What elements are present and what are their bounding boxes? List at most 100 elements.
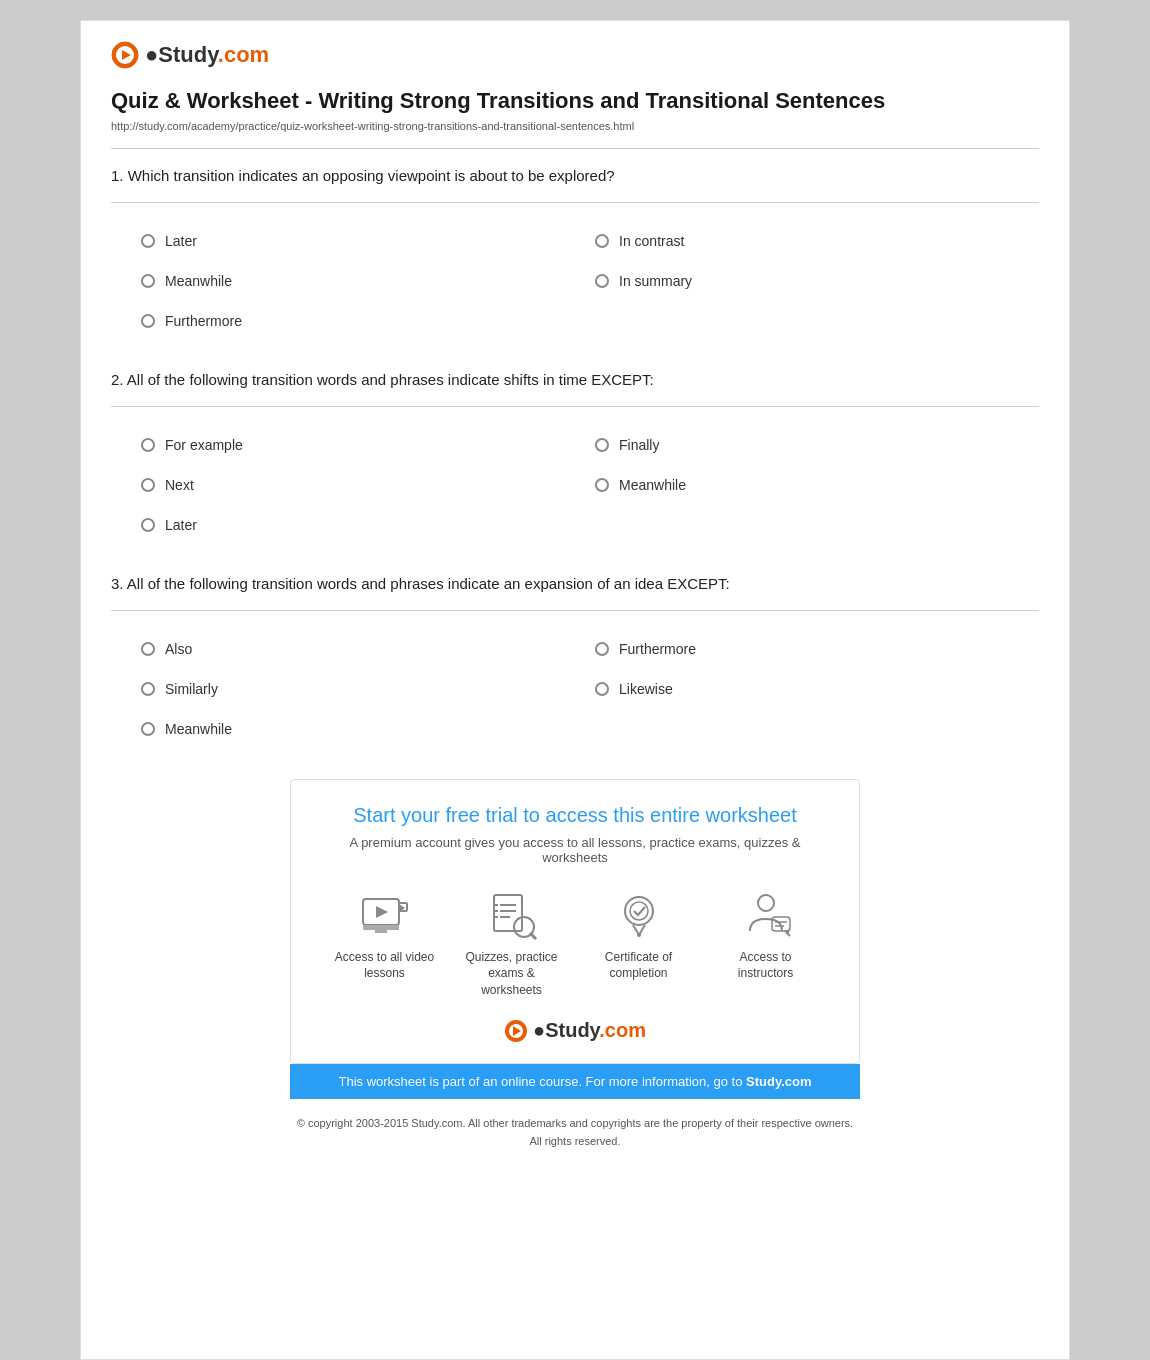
option-item[interactable]: For example — [131, 425, 585, 465]
option-label: Furthermore — [619, 641, 696, 657]
option-label: Also — [165, 641, 192, 657]
radio-button[interactable] — [141, 234, 155, 248]
option-item[interactable]: Finally — [585, 425, 1039, 465]
option-label: Next — [165, 477, 194, 493]
svg-point-23 — [758, 895, 774, 911]
footer: © copyright 2003-2015 Study.com. All oth… — [111, 1115, 1039, 1150]
question-divider-3 — [111, 610, 1039, 611]
option-item[interactable]: Meanwhile — [131, 261, 585, 301]
option-label: In contrast — [619, 233, 684, 249]
options-grid-1: Later In contrast Meanwhile In summary Furth… — [131, 221, 1039, 341]
option-item[interactable]: Likewise — [585, 669, 1039, 709]
svg-point-18 — [625, 897, 653, 925]
option-label: For example — [165, 437, 243, 453]
option-label: Likewise — [619, 681, 673, 697]
radio-button[interactable] — [595, 234, 609, 248]
options-grid-3: Also Furthermore Similarly Likewise Meanwhil… — [131, 629, 1039, 749]
radio-button[interactable] — [141, 722, 155, 736]
banner-text: This worksheet is part of an online cour… — [338, 1074, 746, 1089]
promo-logo-icon — [504, 1019, 528, 1043]
option-item[interactable]: Furthermore — [131, 301, 585, 341]
option-item[interactable] — [585, 301, 1039, 341]
promo-title: Start your free trial to access this ent… — [321, 804, 829, 827]
question-text-2: 2. All of the following transition words… — [111, 371, 1039, 388]
video-icon — [359, 889, 411, 941]
quiz-icon — [486, 889, 538, 941]
footer-line1: © copyright 2003-2015 Study.com. All oth… — [111, 1115, 1039, 1133]
option-item[interactable]: In summary — [585, 261, 1039, 301]
promo-features: Access to all video lessons Quizzes, pra… — [321, 889, 829, 999]
radio-button[interactable] — [595, 682, 609, 696]
svg-line-28 — [786, 932, 790, 936]
logo-area: ●Study.com — [111, 41, 1039, 69]
option-item[interactable]: Similarly — [131, 669, 585, 709]
svg-rect-5 — [375, 930, 387, 933]
radio-button[interactable] — [595, 642, 609, 656]
option-item[interactable] — [585, 505, 1039, 545]
instructor-icon — [740, 889, 792, 941]
option-item[interactable]: In contrast — [585, 221, 1039, 261]
option-label: Later — [165, 233, 197, 249]
question-1: 1. Which transition indicates an opposin… — [111, 167, 1039, 341]
radio-button[interactable] — [141, 518, 155, 532]
questions-container: 1. Which transition indicates an opposin… — [111, 167, 1039, 749]
option-label: Finally — [619, 437, 659, 453]
svg-marker-6 — [376, 906, 388, 918]
promo-logo-text: ●Study.com — [533, 1019, 646, 1042]
promo-box: Start your free trial to access this ent… — [290, 779, 860, 1064]
option-label: Meanwhile — [165, 273, 232, 289]
option-label: In summary — [619, 273, 692, 289]
option-label: Meanwhile — [619, 477, 686, 493]
page-container: ●Study.com Quiz & Worksheet - Writing St… — [80, 20, 1070, 1360]
banner-link: Study.com — [746, 1074, 812, 1089]
option-label: Furthermore — [165, 313, 242, 329]
option-item[interactable]: Furthermore — [585, 629, 1039, 669]
certificate-icon — [613, 889, 665, 941]
promo-feature-certificate-label: Certificate of completion — [584, 949, 694, 983]
radio-button[interactable] — [595, 478, 609, 492]
promo-feature-instructor: Access to instructors — [711, 889, 821, 999]
option-item[interactable]: Also — [131, 629, 585, 669]
question-2: 2. All of the following transition words… — [111, 371, 1039, 545]
question-divider-1 — [111, 202, 1039, 203]
option-item[interactable]: Next — [131, 465, 585, 505]
studycom-logo-icon — [111, 41, 139, 69]
radio-button[interactable] — [141, 274, 155, 288]
option-item[interactable]: Meanwhile — [131, 709, 585, 749]
option-label: Meanwhile — [165, 721, 232, 737]
promo-logo: ●Study.com — [321, 1019, 829, 1043]
banner-wrapper: This worksheet is part of an online cour… — [290, 1064, 860, 1099]
option-label: Later — [165, 517, 197, 533]
title-divider — [111, 148, 1039, 149]
promo-feature-quiz-label: Quizzes, practice exams & worksheets — [457, 949, 567, 999]
option-label: Similarly — [165, 681, 218, 697]
svg-point-19 — [630, 902, 648, 920]
promo-feature-quiz: Quizzes, practice exams & worksheets — [457, 889, 567, 999]
question-text-1: 1. Which transition indicates an opposin… — [111, 167, 1039, 184]
radio-button[interactable] — [595, 274, 609, 288]
footer-line2: All rights reserved. — [111, 1133, 1039, 1151]
radio-button[interactable] — [141, 438, 155, 452]
radio-button[interactable] — [595, 438, 609, 452]
option-item[interactable]: Later — [131, 505, 585, 545]
radio-button[interactable] — [141, 478, 155, 492]
svg-rect-4 — [363, 925, 399, 930]
svg-rect-9 — [494, 895, 522, 931]
question-divider-2 — [111, 406, 1039, 407]
page-url: http://study.com/academy/practice/quiz-w… — [111, 120, 1039, 132]
online-course-banner: This worksheet is part of an online cour… — [290, 1064, 860, 1099]
radio-button[interactable] — [141, 682, 155, 696]
option-item[interactable] — [585, 709, 1039, 749]
page-title: Quiz & Worksheet - Writing Strong Transi… — [111, 87, 1039, 116]
radio-button[interactable] — [141, 642, 155, 656]
logo-text: ●Study.com — [145, 42, 269, 68]
radio-button[interactable] — [141, 314, 155, 328]
option-item[interactable]: Meanwhile — [585, 465, 1039, 505]
promo-feature-instructor-label: Access to instructors — [711, 949, 821, 983]
svg-line-17 — [530, 933, 536, 939]
promo-subtitle: A premium account gives you access to al… — [321, 835, 829, 865]
question-text-3: 3. All of the following transition words… — [111, 575, 1039, 592]
option-item[interactable]: Later — [131, 221, 585, 261]
svg-point-22 — [637, 933, 641, 937]
question-3: 3. All of the following transition words… — [111, 575, 1039, 749]
